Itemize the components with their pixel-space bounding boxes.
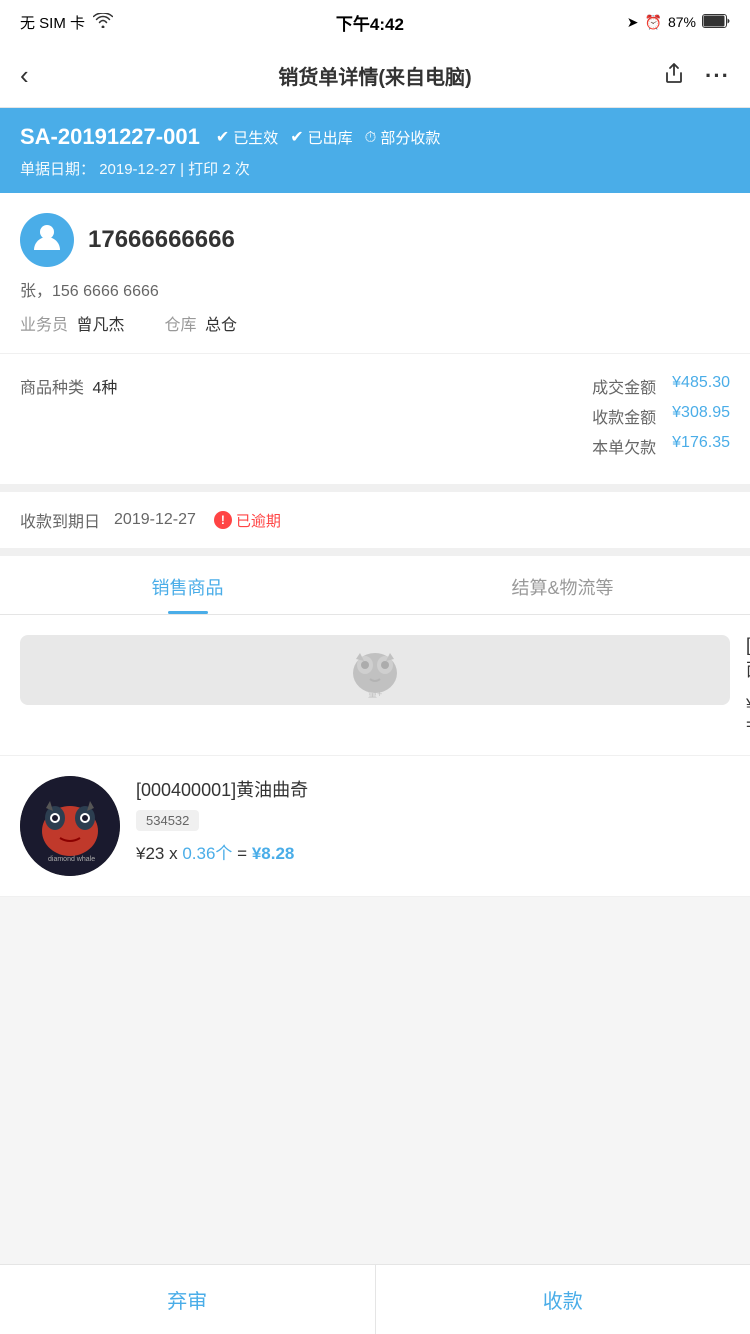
product-thumbnail-1: 量+ [20,635,730,705]
summary-section: 商品种类 4种 成交金额 ¥485.30 收款金额 ¥308.95 本单欠款 ¥… [0,354,750,492]
share-icon[interactable] [663,62,685,90]
header-row2: 单据日期： 2019-12-27 | 打印 2 次 [20,158,730,179]
overdue-label: 已逾期 [236,510,281,531]
received-line: 收款金额 ¥308.95 [592,404,730,428]
back-button[interactable]: ‹ [20,60,60,91]
status-time: 下午4:42 [336,10,404,35]
customer-sub: 张，156 6666 6666 [20,277,730,301]
product-info-2: [000400001]黄油曲奇 534532 ¥23 x 0.36个 = ¥8.… [136,776,730,876]
svg-text:量+: 量+ [368,689,382,699]
summary-row: 商品种类 4种 成交金额 ¥485.30 收款金额 ¥308.95 本单欠款 ¥… [20,374,730,464]
tab-settlement[interactable]: 结算&物流等 [375,556,750,614]
alarm-icon: ⏰ [645,14,662,31]
check-icon-2: ✔ [290,127,303,147]
summary-right: 成交金额 ¥485.30 收款金额 ¥308.95 本单欠款 ¥176.35 [592,374,730,464]
cancel-button[interactable]: 弃审 [0,1265,376,1334]
list-item: diamond whale [000400001]黄油曲奇 534532 ¥23… [0,756,750,897]
amount-value: ¥485.30 [672,374,730,398]
print-info: | 打印 2 次 [180,161,250,178]
owing-line: 本单欠款 ¥176.35 [592,434,730,458]
date-value: 2019-12-27 [99,161,176,178]
product-price-row-2: ¥23 x 0.36个 = ¥8.28 [136,839,730,864]
badge-effective: ✔ 已生效 [216,127,278,148]
page-title: 销货单详情(来自电脑) [278,61,471,90]
product-thumbnail-2: diamond whale [20,776,120,876]
amount-line: 成交金额 ¥485.30 [592,374,730,398]
tab-sales-products[interactable]: 销售商品 [0,556,375,614]
status-badges: ✔ 已生效 ✔ 已出库 ⏱ 部分收款 [216,127,441,148]
location-icon: ➤ [627,14,639,31]
received-value: ¥308.95 [672,404,730,428]
owing-value: ¥176.35 [672,434,730,458]
product-name-2: [000400001]黄油曲奇 [136,776,730,802]
user-icon [32,222,62,259]
overdue-badge: ! 已逾期 [214,510,281,531]
customer-section: 17666666666 张，156 6666 6666 业务员 曾凡杰 仓库 总… [0,193,750,354]
duedate-value: 2019-12-27 [114,511,196,529]
status-left: 无 SIM 卡 [20,12,113,33]
sales-value: 曾凡杰 [76,317,124,334]
duedate-section: 收款到期日 2019-12-27 ! 已逾期 [0,492,750,556]
product-price-1: ¥40 [746,695,750,714]
avatar [20,213,74,267]
status-bar: 无 SIM 卡 下午4:42 ➤ ⏰ 87% [0,0,750,44]
battery-text: 87% [668,14,696,30]
customer-meta: 业务员 曾凡杰 仓库 总仓 [20,311,730,335]
warehouse-label: 仓库 总仓 [164,311,236,335]
badge-partial: ⏱ 部分收款 [365,127,441,148]
summary-left: 商品种类 4种 [20,374,117,398]
product-info-1: [0000002]面包 ¥40 x 5袋 = ¥199.99 [746,635,750,735]
product-tag-2: 534532 [136,810,199,831]
bottom-bar: 弃审 收款 [0,1264,750,1334]
header-row1: SA-20191227-001 ✔ 已生效 ✔ 已出库 ⏱ 部分收款 [20,124,730,150]
order-id: SA-20191227-001 [20,124,200,150]
clock-icon: ⏱ [365,129,377,146]
customer-id: 17666666666 [88,226,235,254]
nav-bar: ‹ 销货单详情(来自电脑) ··· [0,44,750,108]
no-sim-text: 无 SIM 卡 [20,12,85,33]
customer-row: 17666666666 [20,213,730,267]
product-price-2: ¥23 [136,844,164,863]
check-icon-1: ✔ [216,127,229,147]
product-qty-2: 0.36个 [182,844,232,863]
warehouse-value: 总仓 [205,317,237,334]
wifi-icon [93,13,113,32]
product-total-2: ¥8.28 [252,844,295,863]
confirm-button[interactable]: 收款 [376,1265,750,1334]
list-item: 量+ [0000002]面包 ¥40 x 5袋 = ¥199.99 [0,615,750,756]
duedate-label: 收款到期日 [20,508,100,532]
nav-actions: ··· [663,62,730,90]
product-name-1: [0000002]面包 [746,635,750,682]
more-icon[interactable]: ··· [705,63,730,89]
badge-shipped: ✔ 已出库 [290,127,352,148]
date-label: 单据日期： [20,161,95,178]
overdue-icon: ! [214,511,232,529]
sales-label: 业务员 曾凡杰 [20,311,124,335]
tabs-section: 销售商品 结算&物流等 [0,556,750,615]
type-count: 4种 [92,380,117,397]
header-band: SA-20191227-001 ✔ 已生效 ✔ 已出库 ⏱ 部分收款 单据日期：… [0,108,750,193]
status-right: ➤ ⏰ 87% [627,14,730,31]
product-price-row-1: ¥40 x 5袋 = ¥199.99 [746,690,750,735]
svg-text:diamond whale: diamond whale [48,856,95,863]
products-section: 量+ [0000002]面包 ¥40 x 5袋 = ¥199.99 [0,615,750,897]
battery-icon [702,14,730,31]
